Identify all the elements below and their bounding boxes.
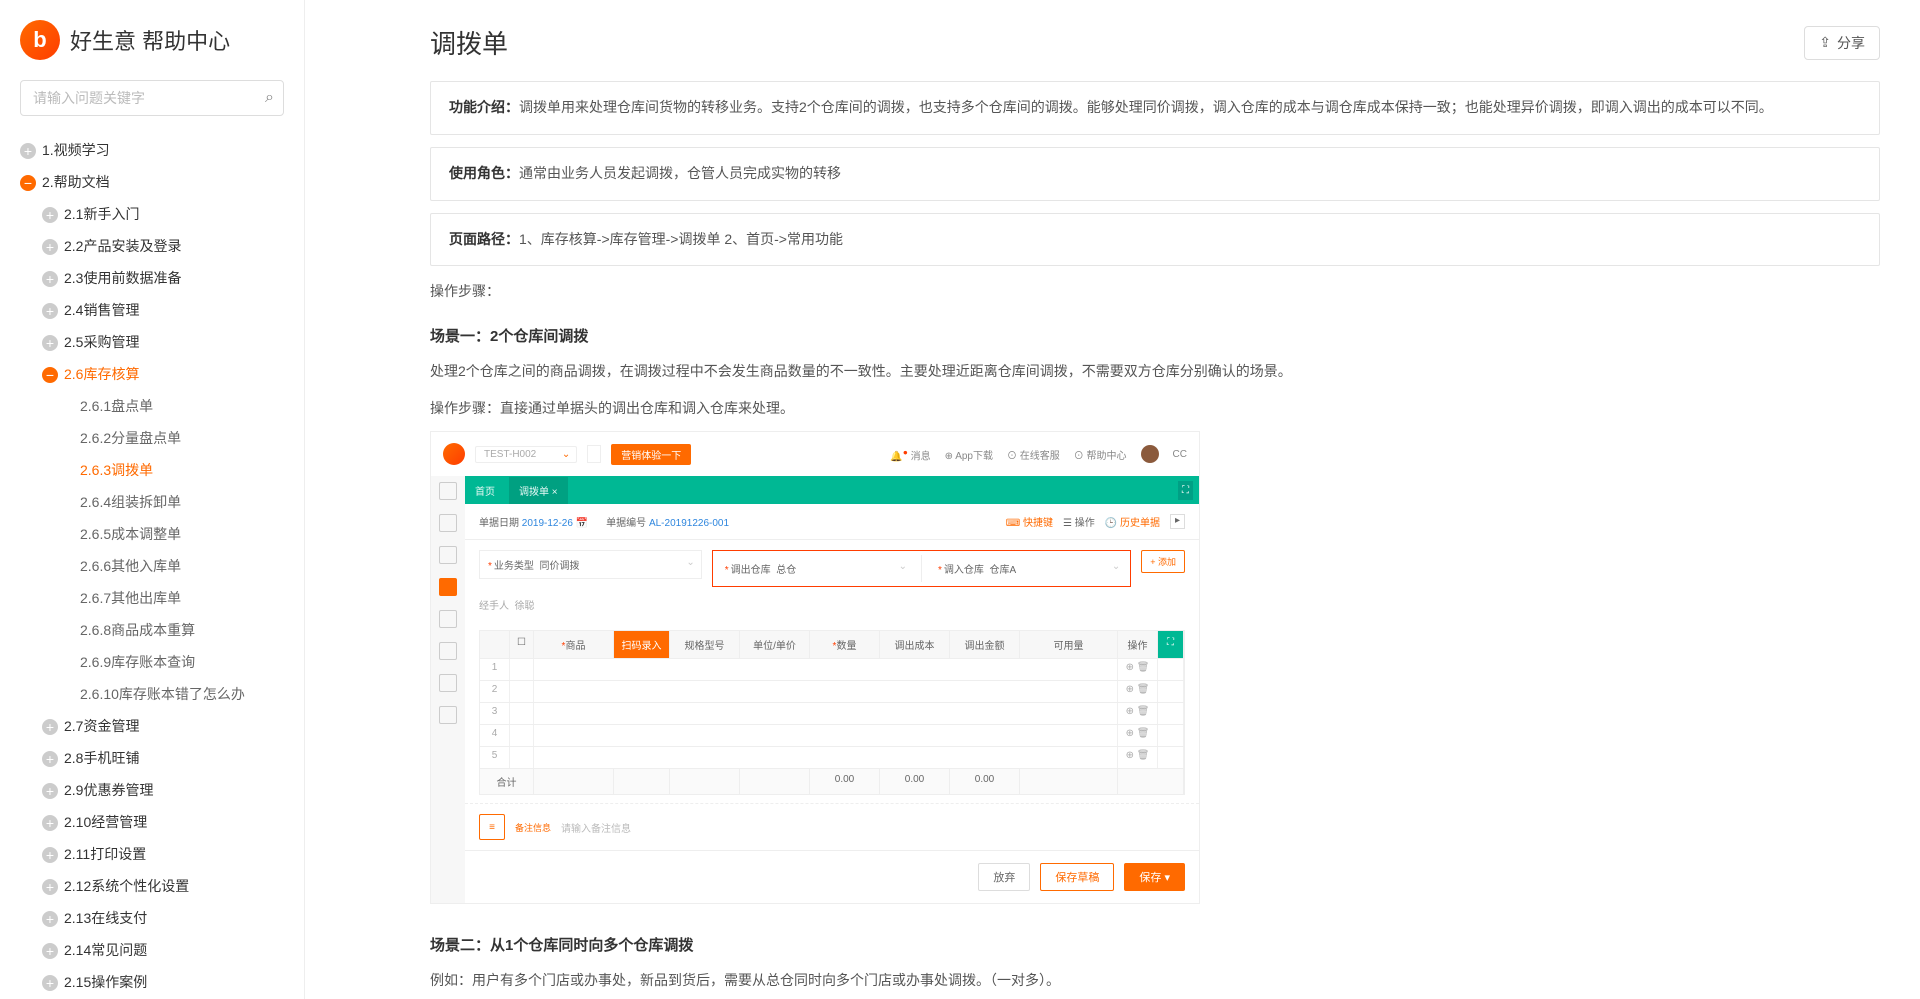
- brand-title: 好生意 帮助中心: [70, 24, 230, 56]
- nav-2-6-2[interactable]: 2.6.2分量盘点单: [20, 422, 284, 454]
- nav-2-7[interactable]: +2.7资金管理: [20, 710, 284, 742]
- mock-service-link: ⊙ 在线客服: [1007, 447, 1060, 462]
- role-box: 使用角色：通常由业务人员发起调拨，仓管人员完成实物的转移: [430, 147, 1880, 201]
- mock-bell-icon: 🔔● 消息: [890, 447, 930, 462]
- page-title: 调拨单: [430, 24, 508, 61]
- nav-2-2[interactable]: +2.2产品安装及登录: [20, 230, 284, 262]
- share-button[interactable]: ⇪ 分享: [1804, 26, 1880, 60]
- mock-side-icon: [439, 546, 457, 564]
- mock-sidebar: [431, 476, 465, 903]
- logo-icon: b: [20, 20, 60, 60]
- mock-avatar-icon: [1141, 445, 1159, 463]
- mock-side-icon: [439, 514, 457, 532]
- nav-2-5[interactable]: +2.5采购管理: [20, 326, 284, 358]
- nav-2-12[interactable]: +2.12系统个性化设置: [20, 870, 284, 902]
- mock-app-link: ⊕ App下载: [945, 447, 993, 462]
- nav-2-3[interactable]: +2.3使用前数据准备: [20, 262, 284, 294]
- nav-docs[interactable]: −2.帮助文档: [20, 166, 284, 198]
- mock-side-home-icon: [439, 482, 457, 500]
- nav-2-13[interactable]: +2.13在线支付: [20, 902, 284, 934]
- mock-account-select: TEST-H002: [475, 446, 577, 463]
- mock-tabs: 首页 调拨单 × ⛶: [465, 476, 1199, 504]
- nav-video[interactable]: +1.视频学习: [20, 134, 284, 166]
- nav-2-10[interactable]: +2.10经营管理: [20, 806, 284, 838]
- nav-2-6-9[interactable]: 2.6.9库存账本查询: [20, 646, 284, 678]
- nav-2-6-1[interactable]: 2.6.1盘点单: [20, 390, 284, 422]
- nav-2-4[interactable]: +2.4销售管理: [20, 294, 284, 326]
- scenario-1-title: 场景一：2个仓库间调拨: [430, 325, 1880, 346]
- nav-2-6-4[interactable]: 2.6.4组装拆卸单: [20, 486, 284, 518]
- nav-2-6-5[interactable]: 2.6.5成本调整单: [20, 518, 284, 550]
- share-icon: ⇪: [1819, 34, 1831, 51]
- nav-2-6-6[interactable]: 2.6.6其他入库单: [20, 550, 284, 582]
- scenario-1-p2: 操作步骤：直接通过单据头的调出仓库和调入仓库来处理。: [430, 395, 1880, 422]
- nav-2-14[interactable]: +2.14常见问题: [20, 934, 284, 966]
- mock-help-link: ⊙ 帮助中心: [1074, 447, 1127, 462]
- scenario-2-title: 场景二：从1个仓库同时向多个仓库调拨: [430, 934, 1880, 955]
- mock-side-icon: [439, 706, 457, 724]
- scenario-1-p1: 处理2个仓库之间的商品调拨，在调拨过程中不会发生商品数量的不一致性。主要处理近距…: [430, 358, 1880, 385]
- search-box: ⌕: [20, 80, 284, 116]
- screenshot-1: TEST-H002 营销体验一下 🔔● 消息 ⊕ App下载 ⊙ 在线客服 ⊙ …: [430, 431, 1200, 904]
- nav-2-1[interactable]: +2.1新手入门: [20, 198, 284, 230]
- search-input[interactable]: [20, 80, 284, 116]
- nav-2-8[interactable]: +2.8手机旺铺: [20, 742, 284, 774]
- mock-promo-button: 营销体验一下: [611, 444, 691, 465]
- mock-highlight-box: *调出仓库 总仓 *调入仓库 仓库A: [712, 550, 1131, 587]
- nav-2-6-8[interactable]: 2.6.8商品成本重算: [20, 614, 284, 646]
- mock-logo-icon: [443, 443, 465, 465]
- nav-2-6-3[interactable]: 2.6.3调拨单: [20, 454, 284, 486]
- mock-username: CC: [1173, 449, 1187, 460]
- nav-2-9[interactable]: +2.9优惠券管理: [20, 774, 284, 806]
- mock-draft-button: 保存草稿: [1040, 863, 1114, 891]
- mock-side-active-icon: [439, 578, 457, 596]
- brand-row: b 好生意 帮助中心: [20, 20, 284, 60]
- scenario-2-p1: 例如：用户有多个门店或办事处，新品到货后，需要从总仓同时向多个门店或办事处调拨。…: [430, 967, 1880, 994]
- mock-side-icon: [439, 642, 457, 660]
- nav-2-15[interactable]: +2.15操作案例: [20, 966, 284, 998]
- mock-save-button: 保存 ▾: [1124, 863, 1185, 891]
- mock-list-icon: [587, 445, 601, 463]
- nav-2-6-7[interactable]: 2.6.7其他出库单: [20, 582, 284, 614]
- mock-side-icon: [439, 610, 457, 628]
- mock-expand-col-icon: ⛶: [1158, 631, 1184, 658]
- nav-2-11[interactable]: +2.11打印设置: [20, 838, 284, 870]
- mock-add-button: + 添加: [1141, 550, 1185, 573]
- main-content: 调拨单 ⇪ 分享 功能介绍：调拨单用来处理仓库间货物的转移业务。支持2个仓库间的…: [305, 0, 1920, 999]
- path-box: 页面路径：1、库存核算->库存管理->调拨单 2、首页->常用功能: [430, 213, 1880, 267]
- mock-expand-icon: ⛶: [1178, 481, 1193, 500]
- nav-2-6-10[interactable]: 2.6.10库存账本错了怎么办: [20, 678, 284, 710]
- mock-discard-button: 放弃: [978, 863, 1030, 891]
- sidebar: b 好生意 帮助中心 ⌕ +1.视频学习 −2.帮助文档 +2.1新手入门 +2…: [0, 0, 305, 999]
- search-icon[interactable]: ⌕: [265, 89, 274, 107]
- mock-note-icon: ≡: [479, 814, 505, 840]
- nav-tree: +1.视频学习 −2.帮助文档 +2.1新手入门 +2.2产品安装及登录 +2.…: [20, 134, 284, 998]
- mock-side-icon: [439, 674, 457, 692]
- nav-2-6[interactable]: −2.6库存核算: [20, 358, 284, 390]
- intro-box: 功能介绍：调拨单用来处理仓库间货物的转移业务。支持2个仓库间的调拨，也支持多个仓…: [430, 81, 1880, 135]
- steps-heading: 操作步骤：: [430, 278, 1880, 305]
